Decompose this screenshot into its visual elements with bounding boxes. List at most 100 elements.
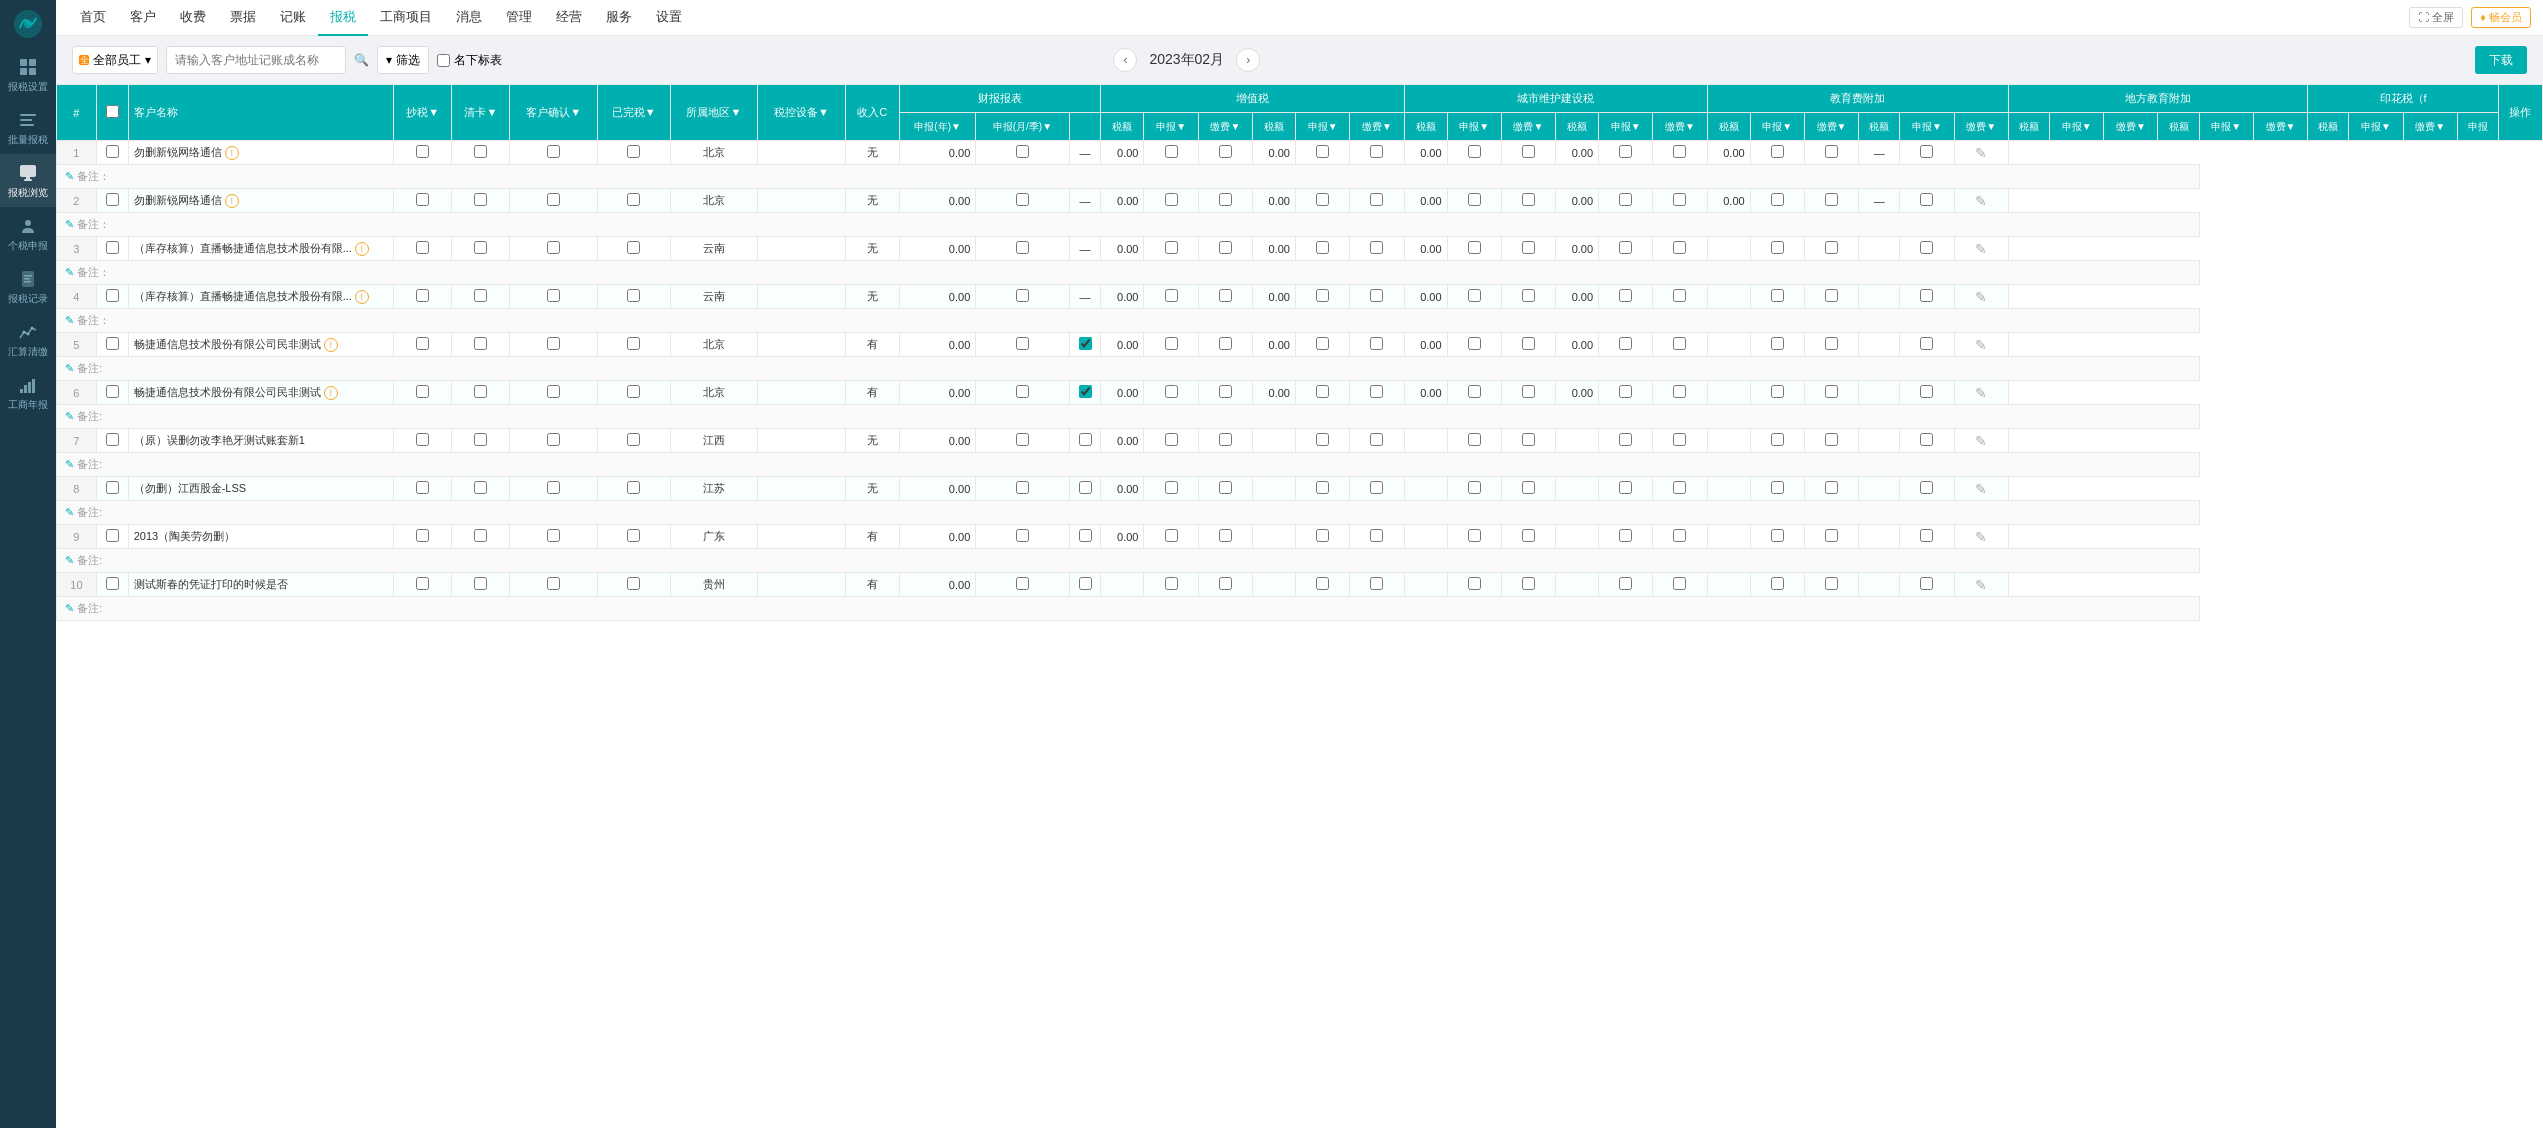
local-fee-checkbox[interactable] (1673, 385, 1686, 398)
edit-remark-icon[interactable]: ✎ (65, 554, 74, 566)
local-fee-checkbox[interactable] (1673, 193, 1686, 206)
city-fee-checkbox[interactable] (1370, 481, 1383, 494)
stamp-fee-checkbox[interactable] (1825, 433, 1838, 446)
vat-fee-checkbox[interactable] (1219, 193, 1232, 206)
sidebar-item-annual-tax[interactable]: 工商年报 (0, 366, 56, 419)
stamp-declare2-checkbox[interactable] (1920, 529, 1933, 542)
edit-icon[interactable]: ✎ (1975, 289, 1987, 305)
fin-year-checkbox[interactable] (1016, 433, 1029, 446)
local-declare-checkbox[interactable] (1619, 385, 1632, 398)
city-fee-checkbox[interactable] (1370, 289, 1383, 302)
nav-operation[interactable]: 经营 (544, 0, 594, 36)
cell-operate[interactable]: ✎ (1954, 333, 2008, 357)
local-declare-checkbox[interactable] (1619, 577, 1632, 590)
sidebar-item-tax-settings[interactable]: 报税设置 (0, 48, 56, 101)
edit-remark-icon[interactable]: ✎ (65, 362, 74, 374)
edu-declare-checkbox[interactable] (1468, 481, 1481, 494)
edit-icon[interactable]: ✎ (1975, 529, 1987, 545)
row-checkbox[interactable] (106, 577, 119, 590)
row-checkbox[interactable] (106, 385, 119, 398)
vat-fee-checkbox[interactable] (1219, 481, 1232, 494)
vat-fee-checkbox[interactable] (1219, 145, 1232, 158)
cell-operate[interactable]: ✎ (1954, 525, 2008, 549)
edit-remark-icon[interactable]: ✎ (65, 266, 74, 278)
stamp-declare-checkbox[interactable] (1771, 385, 1784, 398)
city-fee-checkbox[interactable] (1370, 337, 1383, 350)
edit-icon[interactable]: ✎ (1975, 337, 1987, 353)
stamp-declare2-checkbox[interactable] (1920, 481, 1933, 494)
stamp-declare2-checkbox[interactable] (1920, 577, 1933, 590)
edu-declare-checkbox[interactable] (1468, 193, 1481, 206)
clear-checkbox[interactable] (474, 433, 487, 446)
row-checkbox[interactable] (106, 145, 119, 158)
stamp-declare-checkbox[interactable] (1771, 481, 1784, 494)
city-fee-checkbox[interactable] (1370, 385, 1383, 398)
clear-checkbox[interactable] (474, 289, 487, 302)
row-checkbox[interactable] (106, 481, 119, 494)
vat-declare-checkbox[interactable] (1165, 481, 1178, 494)
stamp-fee-checkbox[interactable] (1825, 289, 1838, 302)
local-fee-checkbox[interactable] (1673, 433, 1686, 446)
tax-rate-checkbox[interactable] (416, 385, 429, 398)
edit-remark-icon[interactable]: ✎ (65, 458, 74, 470)
city-declare-checkbox[interactable] (1316, 385, 1329, 398)
confirm-checkbox[interactable] (547, 385, 560, 398)
declared-checkbox[interactable] (627, 385, 640, 398)
clear-checkbox[interactable] (474, 145, 487, 158)
cell-check[interactable] (96, 189, 128, 213)
cell-check[interactable] (96, 381, 128, 405)
edit-icon[interactable]: ✎ (1975, 577, 1987, 593)
fin-year-checkbox[interactable] (1016, 337, 1029, 350)
edit-remark-icon[interactable]: ✎ (65, 506, 74, 518)
vat-fee-checkbox[interactable] (1219, 289, 1232, 302)
clear-checkbox[interactable] (474, 529, 487, 542)
local-declare-checkbox[interactable] (1619, 337, 1632, 350)
cell-check[interactable] (96, 573, 128, 597)
city-fee-checkbox[interactable] (1370, 577, 1383, 590)
employee-filter-select[interactable]: 全 全部员工 ▾ (72, 46, 158, 74)
vat-fee-checkbox[interactable] (1219, 385, 1232, 398)
local-declare-checkbox[interactable] (1619, 145, 1632, 158)
sidebar-item-summary[interactable]: 汇算清缴 (0, 313, 56, 366)
stamp-fee-checkbox[interactable] (1825, 385, 1838, 398)
fin-month-checkbox[interactable] (1079, 385, 1092, 398)
cell-check[interactable] (96, 141, 128, 165)
stamp-declare-checkbox[interactable] (1771, 433, 1784, 446)
edu-declare-checkbox[interactable] (1468, 289, 1481, 302)
fin-month-checkbox[interactable] (1079, 433, 1092, 446)
row-checkbox[interactable] (106, 337, 119, 350)
stamp-fee-checkbox[interactable] (1825, 337, 1838, 350)
stamp-fee-checkbox[interactable] (1825, 481, 1838, 494)
cell-check[interactable] (96, 333, 128, 357)
edit-icon[interactable]: ✎ (1975, 481, 1987, 497)
stamp-declare-checkbox[interactable] (1771, 289, 1784, 302)
edu-declare-checkbox[interactable] (1468, 241, 1481, 254)
nav-invoice[interactable]: 票据 (218, 0, 268, 36)
fin-month-checkbox[interactable] (1079, 337, 1092, 350)
local-fee-checkbox[interactable] (1673, 337, 1686, 350)
cell-check[interactable] (96, 525, 128, 549)
sidebar-item-personal-tax[interactable]: 个税申报 (0, 207, 56, 260)
stamp-fee-checkbox[interactable] (1825, 529, 1838, 542)
edu-declare-checkbox[interactable] (1468, 145, 1481, 158)
confirm-checkbox[interactable] (547, 241, 560, 254)
city-fee-checkbox[interactable] (1370, 193, 1383, 206)
edu-fee-checkbox[interactable] (1522, 289, 1535, 302)
stamp-fee-checkbox[interactable] (1825, 193, 1838, 206)
vat-declare-checkbox[interactable] (1165, 385, 1178, 398)
local-fee-checkbox[interactable] (1673, 481, 1686, 494)
vat-fee-checkbox[interactable] (1219, 241, 1232, 254)
city-declare-checkbox[interactable] (1316, 337, 1329, 350)
fin-year-checkbox[interactable] (1016, 385, 1029, 398)
cell-check[interactable] (96, 285, 128, 309)
local-fee-checkbox[interactable] (1673, 241, 1686, 254)
fin-year-checkbox[interactable] (1016, 289, 1029, 302)
stamp-declare-checkbox[interactable] (1771, 577, 1784, 590)
confirm-checkbox[interactable] (547, 193, 560, 206)
city-declare-checkbox[interactable] (1316, 529, 1329, 542)
row-checkbox[interactable] (106, 529, 119, 542)
clear-checkbox[interactable] (474, 337, 487, 350)
clear-checkbox[interactable] (474, 481, 487, 494)
cell-check[interactable] (96, 477, 128, 501)
local-declare-checkbox[interactable] (1619, 289, 1632, 302)
